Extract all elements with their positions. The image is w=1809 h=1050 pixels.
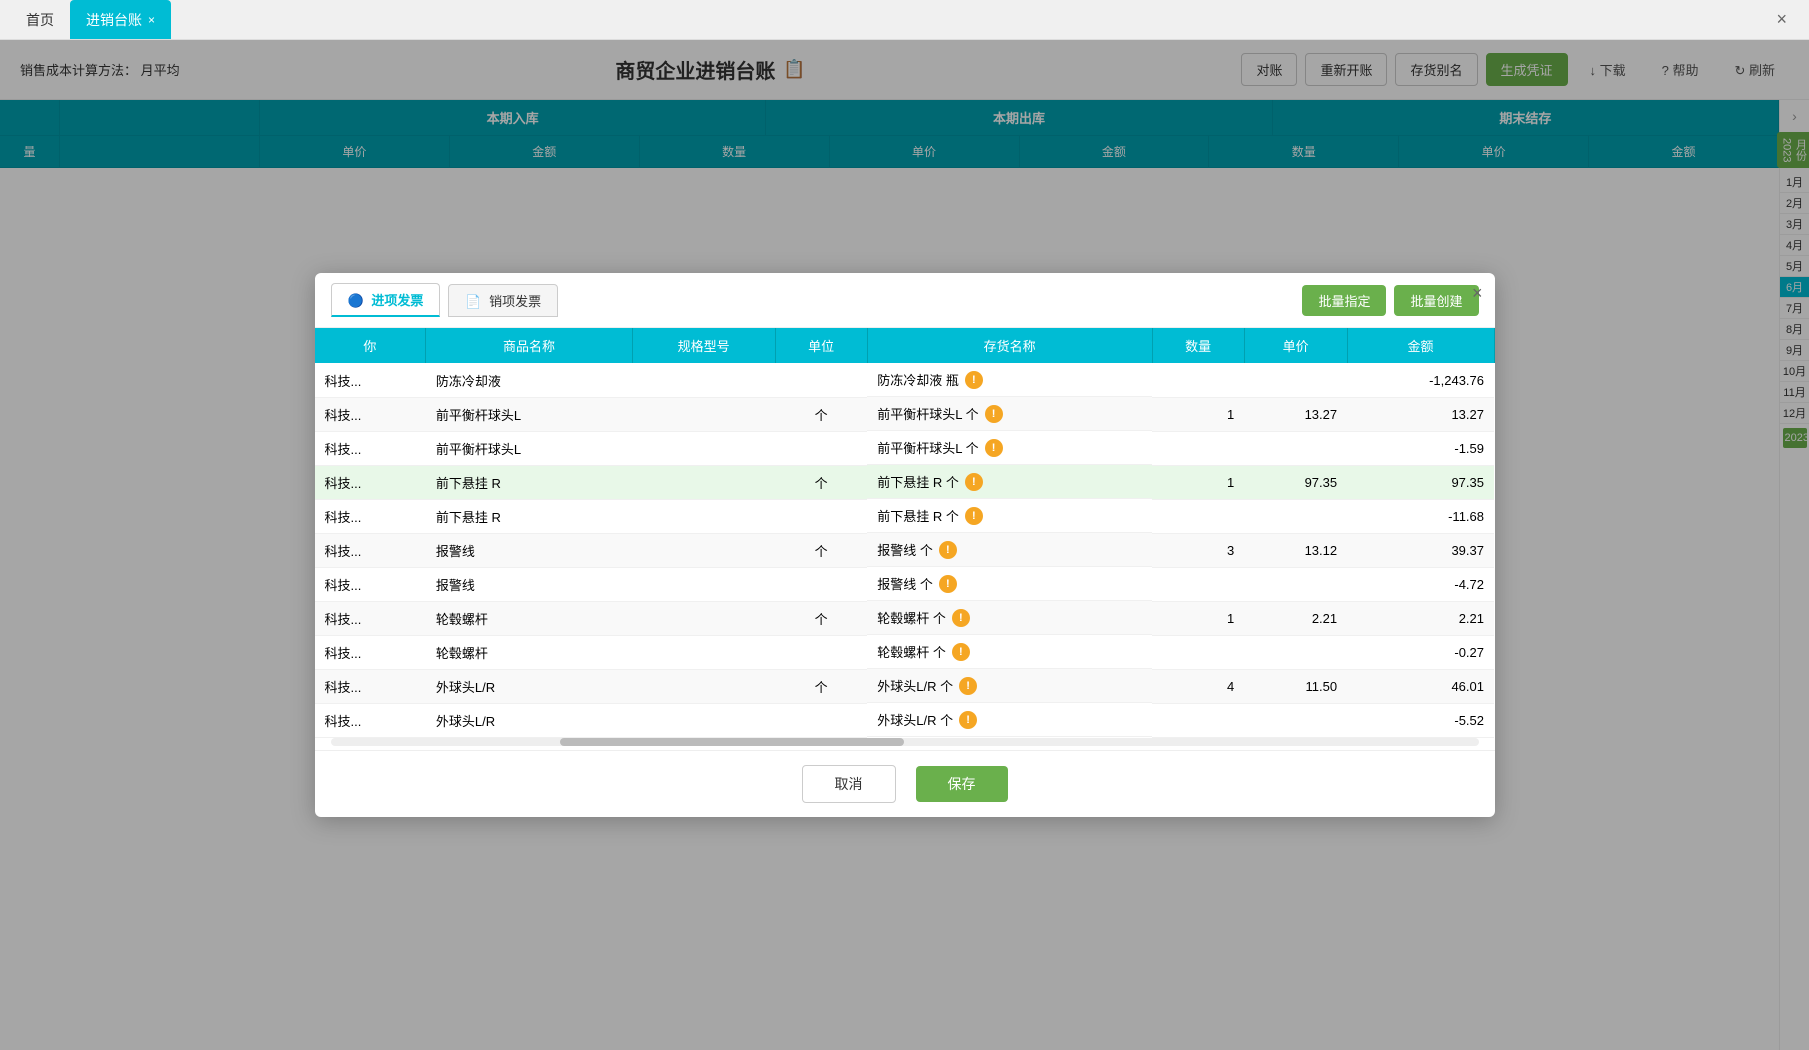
- main-content: 销售成本计算方法： 月平均 商贸企业进销台账 📋 对账 重新开账 存货别名 生成…: [0, 40, 1809, 1050]
- col-header-amount: 金额: [1347, 328, 1494, 363]
- table-row[interactable]: 科技...前下悬挂 R前下悬挂 R 个!-11.68: [315, 499, 1495, 533]
- warn-icon: !: [985, 405, 1003, 423]
- table-row[interactable]: 科技...报警线个报警线 个!313.1239.37: [315, 533, 1495, 567]
- warn-icon: !: [952, 643, 970, 661]
- warn-icon: !: [965, 507, 983, 525]
- warn-icon: !: [939, 575, 957, 593]
- warn-icon: !: [952, 609, 970, 627]
- tab-close-icon[interactable]: ×: [148, 13, 155, 27]
- output-invoice-icon: 📄: [465, 294, 481, 309]
- table-row[interactable]: 科技...轮毂螺杆轮毂螺杆 个!-0.27: [315, 635, 1495, 669]
- modal-close-button[interactable]: ×: [1472, 283, 1483, 304]
- col-header-company: 你: [315, 328, 426, 363]
- col-header-unit: 单位: [775, 328, 867, 363]
- warn-icon: !: [985, 439, 1003, 457]
- modal-header: 🔵 进项发票 📄 销项发票 批量指定 批量创建 ×: [315, 273, 1495, 328]
- modal-header-actions: 批量指定 批量创建: [1302, 285, 1478, 316]
- table-row[interactable]: 科技...前平衡杆球头L个前平衡杆球头L 个!113.2713.27: [315, 397, 1495, 431]
- tab-output-invoice[interactable]: 📄 销项发票: [448, 284, 558, 317]
- warn-icon: !: [959, 677, 977, 695]
- save-button[interactable]: 保存: [916, 766, 1008, 802]
- col-header-spec: 规格型号: [632, 328, 775, 363]
- modal-footer: 取消 保存: [315, 750, 1495, 817]
- warn-icon: !: [965, 371, 983, 389]
- invoice-table: 你 商品名称 规格型号 单位 存货名称 数量 单价 金额 科技...防冻冷却液防…: [315, 328, 1495, 738]
- table-row[interactable]: 科技...轮毂螺杆个轮毂螺杆 个!12.212.21: [315, 601, 1495, 635]
- modal-scrollbar-thumb: [560, 738, 904, 746]
- table-row[interactable]: 科技...前平衡杆球头L前平衡杆球头L 个!-1.59: [315, 431, 1495, 465]
- col-header-price: 单价: [1244, 328, 1347, 363]
- tab-bar: 首页 进销台账 × ×: [0, 0, 1809, 40]
- warn-icon: !: [939, 541, 957, 559]
- table-row[interactable]: 科技...报警线报警线 个!-4.72: [315, 567, 1495, 601]
- warn-icon: !: [959, 711, 977, 729]
- col-header-inventory-name: 存货名称: [867, 328, 1152, 363]
- tab-ledger[interactable]: 进销台账 ×: [70, 0, 171, 39]
- tab-input-invoice[interactable]: 🔵 进项发票: [331, 283, 441, 317]
- table-row[interactable]: 科技...外球头L/R个外球头L/R 个!411.5046.01: [315, 669, 1495, 703]
- cancel-button[interactable]: 取消: [802, 765, 896, 803]
- batch-create-button[interactable]: 批量创建: [1394, 285, 1478, 316]
- modal-scrollbar[interactable]: [331, 738, 1479, 746]
- table-row[interactable]: 科技...防冻冷却液防冻冷却液 瓶!-1,243.76: [315, 363, 1495, 397]
- warn-icon: !: [965, 473, 983, 491]
- tab-home[interactable]: 首页: [10, 0, 70, 39]
- table-row[interactable]: 科技...前下悬挂 R个前下悬挂 R 个!197.3597.35: [315, 465, 1495, 499]
- col-header-product-name: 商品名称: [426, 328, 632, 363]
- invoice-modal: 🔵 进项发票 📄 销项发票 批量指定 批量创建 ×: [315, 273, 1495, 817]
- modal-table-wrapper[interactable]: 你 商品名称 规格型号 单位 存货名称 数量 单价 金额 科技...防冻冷却液防…: [315, 328, 1495, 738]
- modal-backdrop: 🔵 进项发票 📄 销项发票 批量指定 批量创建 ×: [0, 40, 1809, 1050]
- col-header-qty: 数量: [1152, 328, 1244, 363]
- table-row[interactable]: 科技...外球头L/R外球头L/R 个!-5.52: [315, 703, 1495, 737]
- batch-designate-button[interactable]: 批量指定: [1302, 285, 1386, 316]
- input-invoice-icon: 🔵: [348, 293, 364, 308]
- app-close-button[interactable]: ×: [1764, 9, 1799, 30]
